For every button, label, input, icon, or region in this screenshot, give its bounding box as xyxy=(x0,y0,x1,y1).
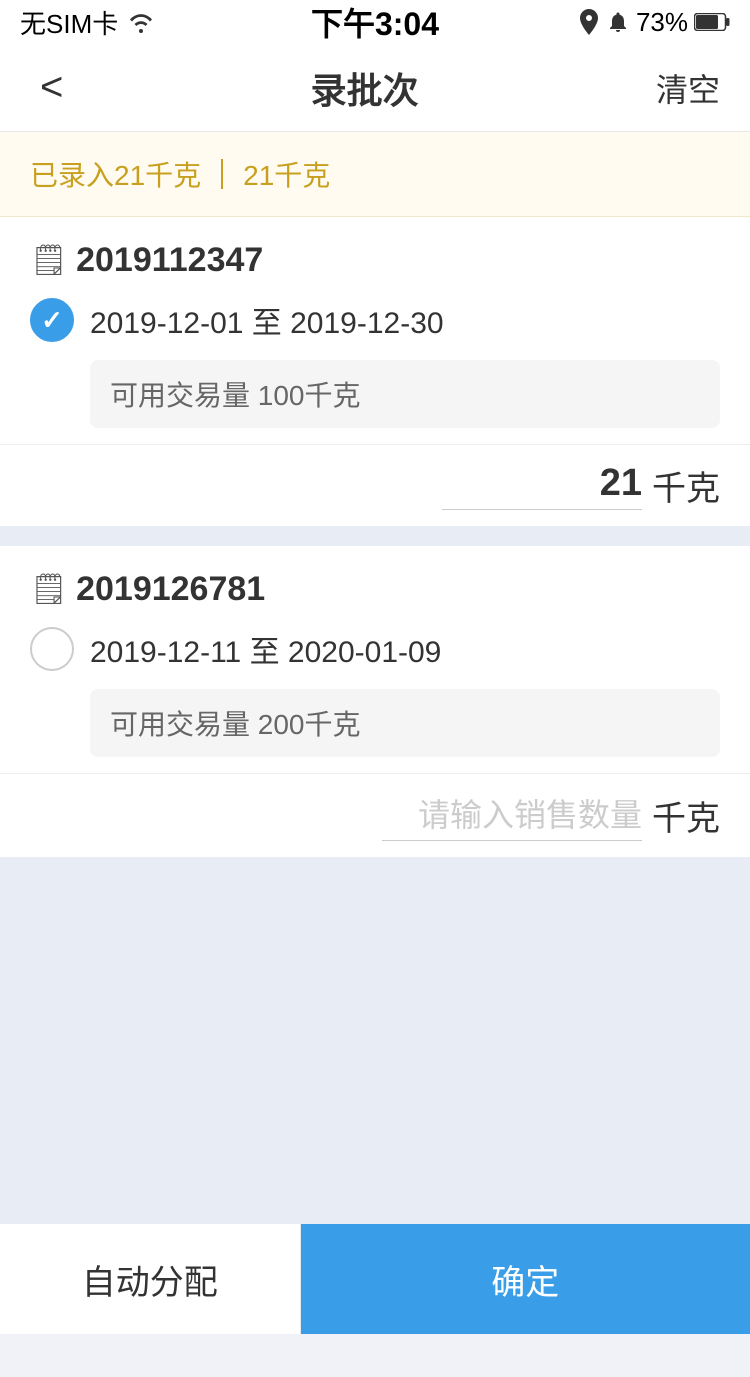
batch-2-date: 2019-12-11 至 2020-01-09 xyxy=(90,627,441,671)
alarm-icon xyxy=(606,10,630,34)
location-icon xyxy=(578,9,600,35)
batch-1-availability: 可用交易量 100千克 xyxy=(90,360,720,428)
bottom-area xyxy=(0,857,750,1267)
batch-1-id: 2019112347 xyxy=(76,241,263,280)
batch-2-availability: 可用交易量 200千克 xyxy=(90,689,720,757)
confirm-button[interactable]: 确定 xyxy=(301,1224,750,1334)
batch-2-icon: 🗒 xyxy=(30,572,68,607)
status-time: 下午3:04 xyxy=(311,0,439,45)
back-button[interactable]: < xyxy=(30,55,73,120)
sim-text: 无SIM卡 xyxy=(20,4,118,41)
info-divider xyxy=(221,159,223,189)
batch-2-input-row: 请输入销售数量 千克 xyxy=(0,773,750,857)
page-title: 录批次 xyxy=(311,62,419,114)
batch-2-id: 2019126781 xyxy=(76,570,265,609)
batch-item-2: 🗒 2019126781 2019-12-11 至 2020-01-09 可用交… xyxy=(0,546,750,857)
batch-2-date-row[interactable]: 2019-12-11 至 2020-01-09 xyxy=(0,619,750,679)
status-left: 无SIM卡 xyxy=(20,4,156,41)
batch-1-amount-value[interactable]: 21 xyxy=(600,462,642,505)
auto-distribute-button[interactable]: 自动分配 xyxy=(0,1224,301,1334)
wifi-icon xyxy=(126,11,156,33)
battery-icon xyxy=(694,13,730,31)
batch-item-1: 🗒 2019112347 2019-12-01 至 2019-12-30 可用交… xyxy=(0,217,750,526)
batch-1-date-row[interactable]: 2019-12-01 至 2019-12-30 xyxy=(0,290,750,350)
battery-percent: 73% xyxy=(636,7,688,38)
batch-2-input-placeholder: 请输入销售数量 xyxy=(418,790,642,836)
info-banner: 已录入21千克 21千克 xyxy=(0,132,750,217)
batch-2-unit: 千克 xyxy=(652,791,720,840)
status-bar: 无SIM卡 下午3:04 73% xyxy=(0,0,750,44)
batch-1-header: 🗒 2019112347 xyxy=(0,217,750,290)
section-separator-1 xyxy=(0,526,750,546)
batch-1-amount-unit: 千克 xyxy=(652,461,720,510)
batch-1-icon: 🗒 xyxy=(30,243,68,278)
status-right: 73% xyxy=(578,7,730,38)
batch-1-date: 2019-12-01 至 2019-12-30 xyxy=(90,298,444,342)
footer: 自动分配 确定 xyxy=(0,1224,750,1334)
main-content: 已录入21千克 21千克 🗒 2019112347 2019-12-01 至 2… xyxy=(0,132,750,1377)
batch-1-amount-wrapper: 21 xyxy=(442,462,642,510)
batch-2-input-wrapper: 请输入销售数量 xyxy=(382,790,642,841)
batch-1-radio[interactable] xyxy=(30,298,74,342)
total-amount: 21千克 xyxy=(243,154,330,194)
batch-1-amount-row: 21 千克 xyxy=(0,444,750,526)
batch-2-radio[interactable] xyxy=(30,627,74,671)
recorded-amount: 已录入21千克 xyxy=(30,154,201,194)
clear-button[interactable]: 清空 xyxy=(656,65,720,111)
batch-2-header: 🗒 2019126781 xyxy=(0,546,750,619)
nav-bar: < 录批次 清空 xyxy=(0,44,750,132)
